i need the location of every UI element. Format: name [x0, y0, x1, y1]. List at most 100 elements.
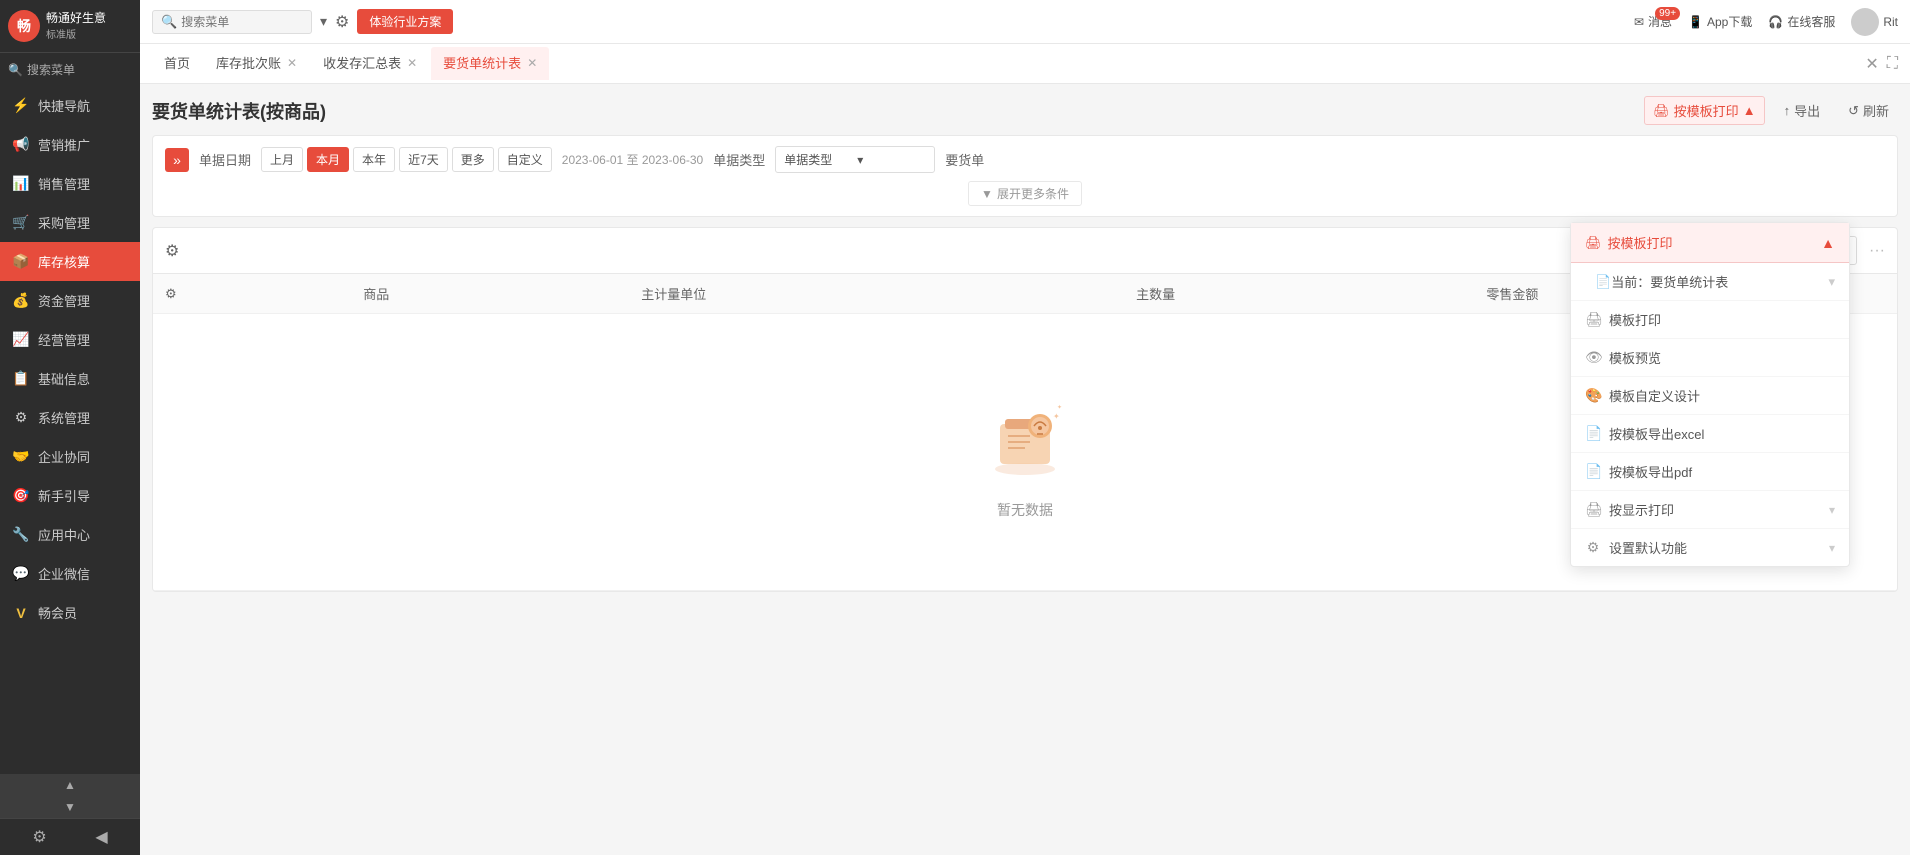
sidebar-scroll-up[interactable]: ▲ [0, 774, 140, 796]
type-filter-select[interactable]: 单据类型 ▾ [775, 146, 935, 173]
topbar-search-box[interactable]: 🔍 [152, 10, 312, 34]
sidebar-item-system[interactable]: ⚙ 系统管理 [0, 398, 140, 437]
sidebar-item-label: 库存核算 [38, 252, 90, 271]
sidebar-search[interactable]: 🔍 搜索菜单 [0, 53, 140, 86]
export-label: 导出 [1794, 101, 1820, 120]
date-btn-more[interactable]: 更多 [452, 147, 494, 172]
topbar-dropdown-btn[interactable]: ▾ [320, 13, 327, 30]
wechat-icon: 💬 [12, 565, 30, 582]
inventory-icon: 📦 [12, 253, 30, 270]
sidebar-item-sales[interactable]: 📊 销售管理 [0, 164, 140, 203]
dropdown-export-pdf[interactable]: 📄 按模板导出pdf [1571, 453, 1849, 491]
app-download-btn[interactable]: 📱 App下载 [1688, 13, 1752, 30]
sidebar-item-label: 资金管理 [38, 291, 90, 310]
tabbar-close-btn[interactable]: ✕ [1865, 54, 1878, 74]
sidebar-collapse-btn[interactable]: ◀ [95, 827, 107, 847]
online-service-btn[interactable]: 🎧 在线客服 [1768, 13, 1835, 30]
tab-home[interactable]: 首页 [152, 47, 202, 80]
sidebar-item-label: 基础信息 [38, 369, 90, 388]
template-print-icon: 🖨 [1585, 311, 1601, 328]
sidebar-item-collab[interactable]: 🤝 企业协同 [0, 437, 140, 476]
more-actions-btn[interactable]: ··· [1869, 242, 1885, 260]
col-settings: ⚙ [153, 274, 351, 314]
default-func-arrow: ▾ [1829, 541, 1835, 555]
dropdown-header[interactable]: 🖨 按模板打印 ▲ [1571, 223, 1849, 263]
tab-order-stats[interactable]: 要货单统计表 ✕ [431, 47, 549, 80]
export-pdf-icon: 📄 [1585, 463, 1601, 480]
sidebar-item-basic[interactable]: 📋 基础信息 [0, 359, 140, 398]
topbar: 🔍 ▾ ⚙ 体验行业方案 ✉ 消息 99+ 📱 App下载 🎧 在线客服 Rit [140, 0, 1910, 44]
sidebar-item-purchase[interactable]: 🛒 采购管理 [0, 203, 140, 242]
tabbar-fullscreen-btn[interactable]: ⛶ [1887, 55, 1898, 73]
table-settings-icon-btn[interactable]: ⚙ [165, 241, 179, 261]
date-btn-this-month[interactable]: 本月 [307, 147, 349, 172]
sidebar-scroll-down[interactable]: ▼ [0, 796, 140, 818]
sidebar-item-guide[interactable]: 🎯 新手引导 [0, 476, 140, 515]
trial-btn[interactable]: 体验行业方案 [357, 9, 453, 34]
sidebar-nav: ⚡ 快捷导航 📢 营销推广 📊 销售管理 🛒 采购管理 📦 库存核算 💰 资金管… [0, 86, 140, 774]
user-avatar[interactable]: Rit [1851, 8, 1898, 36]
apps-icon: 🔧 [12, 526, 30, 543]
date-btn-this-year[interactable]: 本年 [353, 147, 395, 172]
display-print-icon: 🖨 [1585, 501, 1601, 518]
dropdown-current-item[interactable]: 📄 当前：要货单统计表 ▾ [1571, 263, 1849, 301]
expand-more-icon: ▼ [981, 187, 993, 201]
sidebar-settings-btn[interactable]: ⚙ [32, 827, 46, 847]
dropdown-template-print[interactable]: 🖨 模板打印 [1571, 301, 1849, 339]
print-template-btn[interactable]: 🖨 按模板打印 ▲ [1644, 96, 1764, 125]
expand-more-btn[interactable]: ▼ 展开更多条件 [968, 181, 1082, 206]
sidebar-item-finance[interactable]: 💰 资金管理 [0, 281, 140, 320]
dropdown-template-preview[interactable]: 👁 模板预览 [1571, 339, 1849, 377]
refresh-btn[interactable]: ↺ 刷新 [1839, 96, 1898, 125]
tab-order-stats-close[interactable]: ✕ [527, 56, 537, 70]
sidebar-item-inventory[interactable]: 📦 库存核算 [0, 242, 140, 281]
export-excel-icon: 📄 [1585, 425, 1601, 442]
messages-badge: 99+ [1655, 7, 1680, 20]
guide-icon: 🎯 [12, 487, 30, 504]
filter-expand-btn[interactable]: » [165, 148, 189, 172]
type-select-arrow: ▾ [857, 153, 926, 167]
dropdown-template-design[interactable]: 🎨 模板自定义设计 [1571, 377, 1849, 415]
topbar-search-input[interactable] [181, 15, 303, 29]
sidebar-item-apps[interactable]: 🔧 应用中心 [0, 515, 140, 554]
dropdown-default-func[interactable]: ⚙ 设置默认功能 ▾ [1571, 529, 1849, 566]
topbar-settings-btn[interactable]: ⚙ [335, 12, 349, 32]
dropdown-export-excel[interactable]: 📄 按模板导出excel [1571, 415, 1849, 453]
col-settings-icon[interactable]: ⚙ [165, 286, 177, 301]
date-btn-custom[interactable]: 自定义 [498, 147, 552, 172]
member-icon: V [12, 605, 30, 621]
dropdown-display-print[interactable]: 🖨 按显示打印 ▾ [1571, 491, 1849, 529]
system-icon: ⚙ [12, 409, 30, 426]
sidebar-item-member[interactable]: V 畅会员 [0, 593, 140, 632]
template-preview-label: 模板预览 [1609, 348, 1661, 367]
sidebar-item-label: 经营管理 [38, 330, 90, 349]
purchase-icon: 🛒 [12, 214, 30, 231]
main-content: 🔍 ▾ ⚙ 体验行业方案 ✉ 消息 99+ 📱 App下载 🎧 在线客服 Rit [140, 0, 1910, 855]
tab-batch-account[interactable]: 库存批次账 ✕ [204, 47, 309, 80]
sidebar-item-quick-nav[interactable]: ⚡ 快捷导航 [0, 86, 140, 125]
sidebar-item-wechat[interactable]: 💬 企业微信 [0, 554, 140, 593]
refresh-label: 刷新 [1863, 101, 1889, 120]
topbar-right-actions: ✉ 消息 99+ 📱 App下载 🎧 在线客服 Rit [1634, 8, 1898, 36]
messages-btn[interactable]: ✉ 消息 99+ [1634, 13, 1672, 30]
current-template-arrow: ▾ [1828, 274, 1835, 290]
tab-batch-account-close[interactable]: ✕ [287, 56, 297, 70]
collab-icon: 🤝 [12, 448, 30, 465]
tab-collection-summary[interactable]: 收发存汇总表 ✕ [311, 47, 429, 80]
date-btn-7days[interactable]: 近7天 [399, 147, 448, 172]
export-btn[interactable]: ↑ 导出 [1775, 96, 1830, 125]
tabbar: 首页 库存批次账 ✕ 收发存汇总表 ✕ 要货单统计表 ✕ ✕ ⛶ [140, 44, 1910, 84]
topbar-search-icon: 🔍 [161, 14, 177, 30]
sidebar-item-marketing[interactable]: 📢 营销推广 [0, 125, 140, 164]
template-preview-icon: 👁 [1585, 349, 1601, 366]
date-btn-last-month[interactable]: 上月 [261, 147, 303, 172]
export-excel-label: 按模板导出excel [1609, 424, 1704, 443]
logo-icon: 畅 [8, 10, 40, 42]
basic-icon: 📋 [12, 370, 30, 387]
tab-collection-summary-close[interactable]: ✕ [407, 56, 417, 70]
col-qty: 主数量 [1124, 274, 1474, 314]
sidebar-item-operation[interactable]: 📈 经营管理 [0, 320, 140, 359]
sidebar-bottom: ⚙ ◀ [0, 818, 140, 855]
app-subtitle: 标准版 [46, 26, 106, 41]
sidebar-item-label: 应用中心 [38, 525, 90, 544]
